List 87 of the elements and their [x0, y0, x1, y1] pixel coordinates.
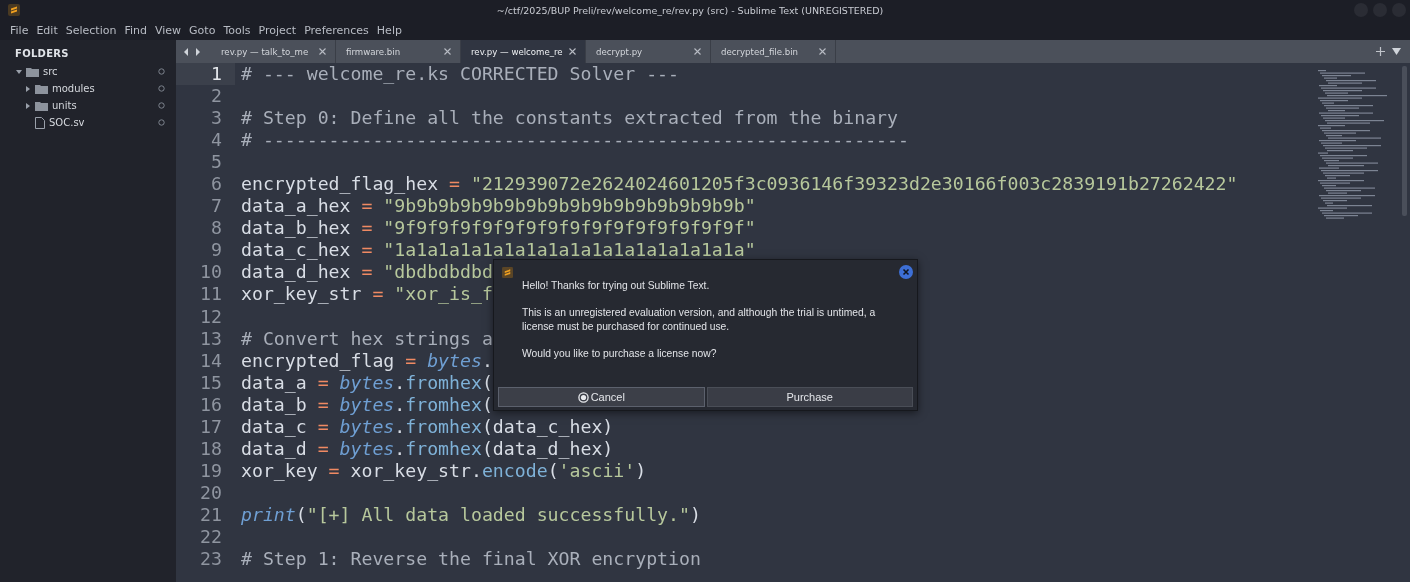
line-number: 4 — [211, 129, 222, 151]
close-icon[interactable] — [319, 48, 326, 55]
close-icon[interactable] — [694, 48, 701, 55]
plus-icon[interactable] — [1376, 47, 1385, 56]
dropdown-icon[interactable] — [1392, 48, 1401, 55]
code-line: # ----------------------------------------------------------- — [241, 129, 909, 151]
code-line: data_c = bytes.fromhex(data_c_hex) — [241, 415, 614, 437]
focus-indicator-icon — [577, 391, 589, 403]
menu-item[interactable]: Tools — [223, 23, 251, 37]
line-number: 20 — [200, 481, 222, 503]
menu-item[interactable]: Find — [124, 23, 147, 37]
code-line: encrypted_flag = bytes. — [241, 349, 493, 371]
close-button[interactable] — [899, 265, 913, 279]
tab[interactable]: rev.py — welcome_re — [461, 40, 586, 63]
code-line: data_c_hex = "1a1a1a1a1a1a1a1a1a1a1a1a1a1a1a1a" — [241, 239, 756, 261]
tree-item[interactable]: modules — [52, 83, 95, 94]
sidebar-heading: FOLDERS — [14, 48, 70, 59]
line-number: 18 — [200, 437, 222, 459]
tab-arrows-icon[interactable] — [184, 47, 200, 56]
line-number: 7 — [211, 195, 222, 217]
menu-item[interactable]: Help — [376, 23, 402, 37]
dialog-message: Hello! Thanks for trying out Sublime Text. — [522, 279, 711, 293]
dialog-message: This is an unregistered evaluation version, and although the trial is untimed, a license must be purchased for continued use. — [522, 306, 877, 334]
window-title: ~/ctf/2025/BUP Preli/rev/welcome_re/rev.py (src) - Sublime Text (UNREGISTERED) — [495, 4, 885, 16]
close-icon[interactable] — [569, 48, 576, 55]
file-icon — [35, 116, 45, 129]
code-line: data_b_hex = "9f9f9f9f9f9f9f9f9f9f9f9f9f9f9f9f" — [241, 217, 756, 239]
line-number: 15 — [200, 371, 222, 393]
circle-icon — [158, 85, 165, 92]
line-number: 22 — [200, 526, 222, 547]
line-number: 1 — [211, 63, 222, 84]
code-line: print("[+] All data loaded successfully.") — [241, 503, 701, 525]
line-number: 13 — [200, 327, 222, 349]
line-number: 6 — [211, 173, 222, 195]
disclosure-triangle-icon[interactable] — [25, 85, 31, 92]
line-number: 2 — [211, 85, 222, 107]
folder-icon — [35, 83, 48, 94]
cancel-button[interactable]: Cancel — [498, 387, 705, 407]
circle-icon — [158, 68, 165, 75]
circle-icon — [158, 119, 165, 126]
code-line: xor_key_str = "xor_is_f — [241, 283, 493, 305]
close-icon[interactable] — [444, 48, 451, 55]
code-line: data_d = bytes.fromhex(data_d_hex) — [241, 437, 614, 459]
circle-icon — [158, 102, 165, 109]
disclosure-triangle-icon[interactable] — [16, 68, 22, 75]
tree-item[interactable]: units — [52, 100, 77, 111]
line-number: 3 — [211, 107, 222, 129]
line-number: 9 — [211, 239, 222, 261]
code-line: data_b = bytes.fromhex( — [241, 393, 493, 415]
menu-item[interactable]: File — [10, 23, 29, 37]
menu-item[interactable]: Project — [258, 23, 297, 37]
code-line: data_d_hex = "dbdbdbdbd — [241, 261, 493, 283]
dialog-message: Would you like to purchase a license now? — [522, 347, 718, 361]
code-line: encrypted_flag_hex = "212939072e2624024601205f3c0936146f39323d2e30166f003c2839191b27262422" — [241, 173, 1238, 195]
code-line: # --- welcome_re.ks CORRECTED Solver --- — [241, 63, 679, 84]
code-line: data_a_hex = "9b9b9b9b9b9b9b9b9b9b9b9b9b9b9b9b" — [241, 195, 756, 217]
line-number: 19 — [200, 459, 222, 481]
close-icon[interactable] — [819, 48, 826, 55]
line-number: 21 — [200, 503, 222, 525]
code-line: # Convert hex strings a — [241, 327, 493, 349]
purchase-button[interactable]: Purchase — [706, 387, 913, 407]
tree-item[interactable]: src — [43, 66, 58, 77]
disclosure-triangle-icon[interactable] — [25, 102, 31, 109]
line-number: 23 — [200, 548, 222, 570]
code-line: # Step 0: Define all the constants extracted from the binary — [241, 107, 898, 129]
line-number: 12 — [200, 305, 222, 327]
line-number: 11 — [200, 283, 222, 305]
tree-item[interactable]: SOC.sv — [49, 117, 85, 128]
code-line: xor_key = xor_key_str.encode('ascii') — [241, 459, 647, 481]
sublime-logo-icon — [8, 4, 20, 16]
folder-icon — [35, 100, 48, 111]
code-line: data_a = bytes.fromhex( — [241, 371, 493, 393]
line-number: 10 — [200, 261, 222, 283]
line-number: 5 — [211, 151, 222, 173]
scrollbar[interactable] — [1402, 66, 1407, 216]
folder-icon — [26, 66, 39, 77]
menu-item[interactable]: Edit — [36, 23, 58, 37]
line-number: 14 — [200, 349, 222, 371]
menu-item[interactable]: Goto — [189, 23, 216, 37]
menu-item[interactable]: Selection — [65, 23, 117, 37]
sublime-logo-icon — [502, 266, 513, 278]
code-line: # Step 1: Reverse the final XOR encryption — [241, 548, 701, 570]
line-number: 17 — [200, 415, 222, 437]
line-number: 8 — [211, 217, 222, 239]
menu-item[interactable]: Preferences — [304, 23, 369, 37]
line-number: 16 — [200, 393, 222, 415]
menu-item[interactable]: View — [155, 23, 182, 37]
